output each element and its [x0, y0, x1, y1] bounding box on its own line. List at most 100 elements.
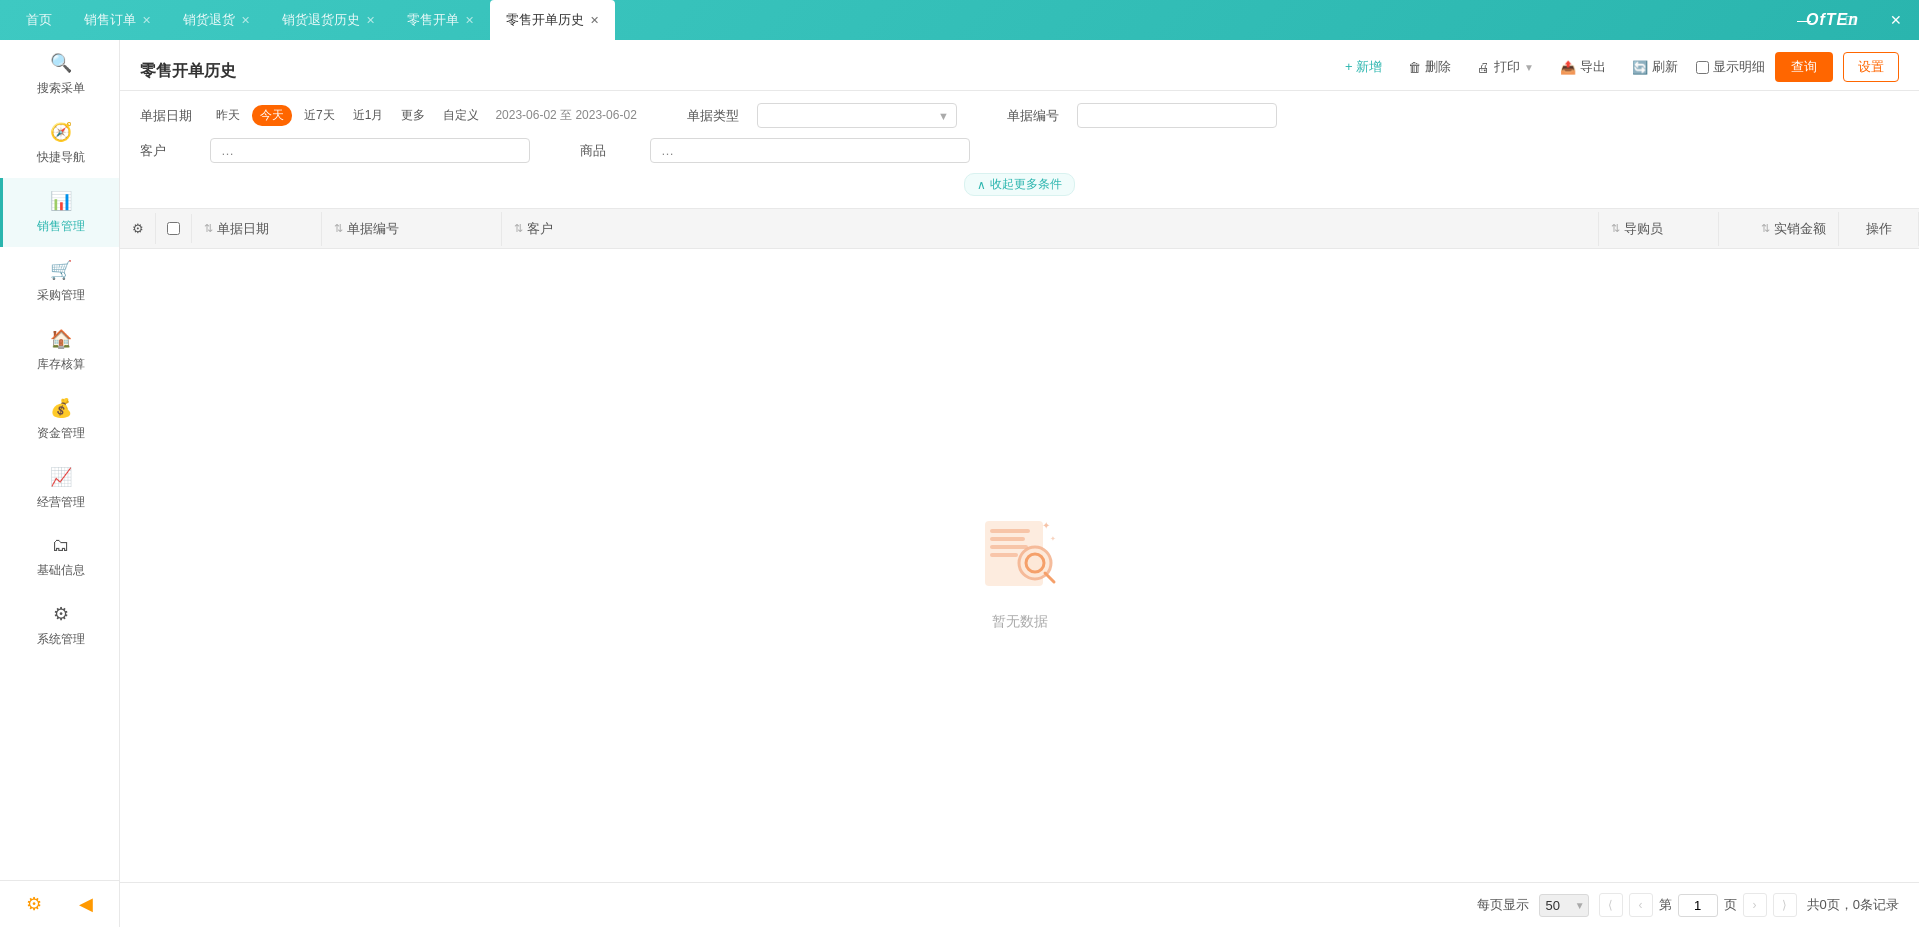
tab-retail-open[interactable]: 零售开单 ✕	[391, 0, 490, 40]
add-button[interactable]: + 新增	[1337, 54, 1390, 80]
sidebar-item-operation[interactable]: 📈 经营管理	[0, 454, 119, 523]
tab-retail-open-history[interactable]: 零售开单历史 ✕	[490, 0, 615, 40]
page-summary: 共0页，0条记录	[1807, 896, 1899, 914]
print-arrow-icon: ▼	[1524, 62, 1534, 73]
display-checkbox-label[interactable]: 显示明细	[1696, 58, 1765, 76]
page-header: 零售开单历史 + 新增 🗑 删除 🖨 打印 ▼ 📤 导出 🔄	[120, 40, 1919, 91]
content-area: 零售开单历史 + 新增 🗑 删除 🖨 打印 ▼ 📤 导出 🔄	[120, 40, 1919, 927]
sidebar-item-system[interactable]: ⚙ 系统管理	[0, 591, 119, 660]
doc-number-input[interactable]	[1077, 103, 1277, 128]
collapse-arrow-icon: ∧	[977, 178, 986, 192]
tab-sales-order[interactable]: 销售订单 ✕	[68, 0, 167, 40]
filter-row-2: 客户 … 商品 …	[140, 138, 1899, 163]
date-range: 2023-06-02 至 2023-06-02	[495, 107, 636, 124]
first-page-button[interactable]: ⟨	[1599, 893, 1623, 917]
print-button[interactable]: 🖨 打印 ▼	[1469, 54, 1542, 80]
close-icon[interactable]: ✕	[142, 14, 151, 27]
search-icon: 🔍	[50, 52, 72, 74]
th-settings[interactable]: ⚙	[120, 213, 156, 244]
page-size-select[interactable]: 10 20 50 100	[1539, 894, 1589, 917]
finance-icon: 💰	[50, 397, 72, 419]
page-prefix: 第	[1659, 896, 1672, 914]
sidebar-item-search[interactable]: 🔍 搜索采单	[0, 40, 119, 109]
page-suffix: 页	[1724, 896, 1737, 914]
date-btns: 昨天 今天 近7天 近1月 更多 自定义	[210, 105, 485, 126]
query-button[interactable]: 查询	[1775, 52, 1833, 82]
doc-type-select[interactable]	[757, 103, 957, 128]
date-yesterday[interactable]: 昨天	[210, 105, 246, 126]
page-nav: ⟨ ‹ 第 页 › ⟩	[1599, 893, 1797, 917]
export-icon: 📤	[1560, 60, 1576, 75]
th-guide[interactable]: ⇅ 导购员	[1599, 212, 1719, 246]
sort-icon-customer: ⇅	[514, 222, 523, 235]
svg-rect-1	[990, 529, 1030, 533]
refresh-icon: 🔄	[1632, 60, 1648, 75]
date-more[interactable]: 更多	[395, 105, 431, 126]
date-last7[interactable]: 近7天	[298, 105, 341, 126]
doc-type-select-wrapper: ▼	[757, 103, 957, 128]
sidebar-item-finance[interactable]: 💰 资金管理	[0, 385, 119, 454]
refresh-button[interactable]: 🔄 刷新	[1624, 54, 1686, 80]
sidebar-item-stock[interactable]: 🏠 库存核算	[0, 316, 119, 385]
last-page-icon: ⟩	[1782, 898, 1787, 912]
maximize-button[interactable]: □	[1827, 0, 1873, 40]
collapse-row: ∧ 收起更多条件	[140, 173, 1899, 196]
sidebar: 🔍 搜索采单 🧭 快捷导航 📊 销售管理 🛒 采购管理 🏠 库存核算 💰 资金管…	[0, 40, 120, 927]
th-action: 操作	[1839, 212, 1919, 246]
minimize-button[interactable]: —	[1781, 0, 1827, 40]
goods-label: 商品	[580, 142, 640, 160]
setting-button[interactable]: 设置	[1843, 52, 1899, 82]
tab-home[interactable]: 首页	[10, 0, 68, 40]
table-header: ⚙ ⇅ 单据日期 ⇅ 单据编号 ⇅ 客户 ⇅	[120, 209, 1919, 249]
close-button[interactable]: ✕	[1873, 0, 1919, 40]
collapse-button[interactable]: ∧ 收起更多条件	[964, 173, 1075, 196]
goods-input[interactable]: …	[650, 138, 970, 163]
th-date[interactable]: ⇅ 单据日期	[192, 212, 322, 246]
empty-illustration: ✦ ✦	[970, 501, 1070, 601]
first-page-icon: ⟨	[1608, 898, 1613, 912]
th-number[interactable]: ⇅ 单据编号	[322, 212, 502, 246]
sidebar-item-purchase[interactable]: 🛒 采购管理	[0, 247, 119, 316]
window-controls: — □ ✕	[1781, 0, 1919, 40]
select-all-checkbox[interactable]	[167, 222, 180, 235]
close-icon[interactable]: ✕	[366, 14, 375, 27]
close-icon[interactable]: ✕	[465, 14, 474, 27]
page-size-label: 每页显示	[1477, 896, 1529, 914]
settings-icon[interactable]: ⚙	[26, 893, 42, 915]
date-last-month[interactable]: 近1月	[347, 105, 390, 126]
sidebar-bottom: ⚙ ◀	[0, 880, 119, 927]
th-check[interactable]	[156, 214, 192, 243]
last-page-button[interactable]: ⟩	[1773, 893, 1797, 917]
customer-input[interactable]: …	[210, 138, 530, 163]
table-area: ⚙ ⇅ 单据日期 ⇅ 单据编号 ⇅ 客户 ⇅	[120, 209, 1919, 927]
date-custom[interactable]: 自定义	[437, 105, 485, 126]
sidebar-item-sales[interactable]: 📊 销售管理	[0, 178, 119, 247]
sort-icon-date: ⇅	[204, 222, 213, 235]
sales-icon: 📊	[50, 190, 72, 212]
sidebar-item-nav[interactable]: 🧭 快捷导航	[0, 109, 119, 178]
display-checkbox[interactable]	[1696, 61, 1709, 74]
sidebar-item-basic[interactable]: 🗂 基础信息	[0, 523, 119, 591]
close-icon[interactable]: ✕	[241, 14, 250, 27]
collapse-icon[interactable]: ◀	[79, 893, 93, 915]
date-today[interactable]: 今天	[252, 105, 292, 126]
th-customer[interactable]: ⇅ 客户	[502, 212, 1599, 246]
svg-line-7	[1045, 573, 1054, 582]
close-icon[interactable]: ✕	[590, 14, 599, 27]
svg-rect-4	[990, 553, 1018, 557]
tab-sales-return[interactable]: 销货退货 ✕	[167, 0, 266, 40]
delete-icon: 🗑	[1408, 60, 1421, 75]
export-button[interactable]: 📤 导出	[1552, 54, 1614, 80]
tab-sales-return-history[interactable]: 销货退货历史 ✕	[266, 0, 391, 40]
svg-rect-2	[990, 537, 1025, 541]
prev-page-button[interactable]: ‹	[1629, 893, 1653, 917]
th-amount[interactable]: ⇅ 实销金额	[1719, 212, 1839, 246]
delete-button[interactable]: 🗑 删除	[1400, 54, 1459, 80]
svg-text:✦: ✦	[1050, 535, 1056, 542]
next-page-button[interactable]: ›	[1743, 893, 1767, 917]
doc-type-filter: 单据类型 ▼	[687, 103, 957, 128]
purchase-icon: 🛒	[50, 259, 72, 281]
doc-type-label: 单据类型	[687, 107, 747, 125]
pagination: 每页显示 10 20 50 100 ▼ ⟨ ‹	[120, 882, 1919, 927]
page-input[interactable]	[1678, 894, 1718, 917]
